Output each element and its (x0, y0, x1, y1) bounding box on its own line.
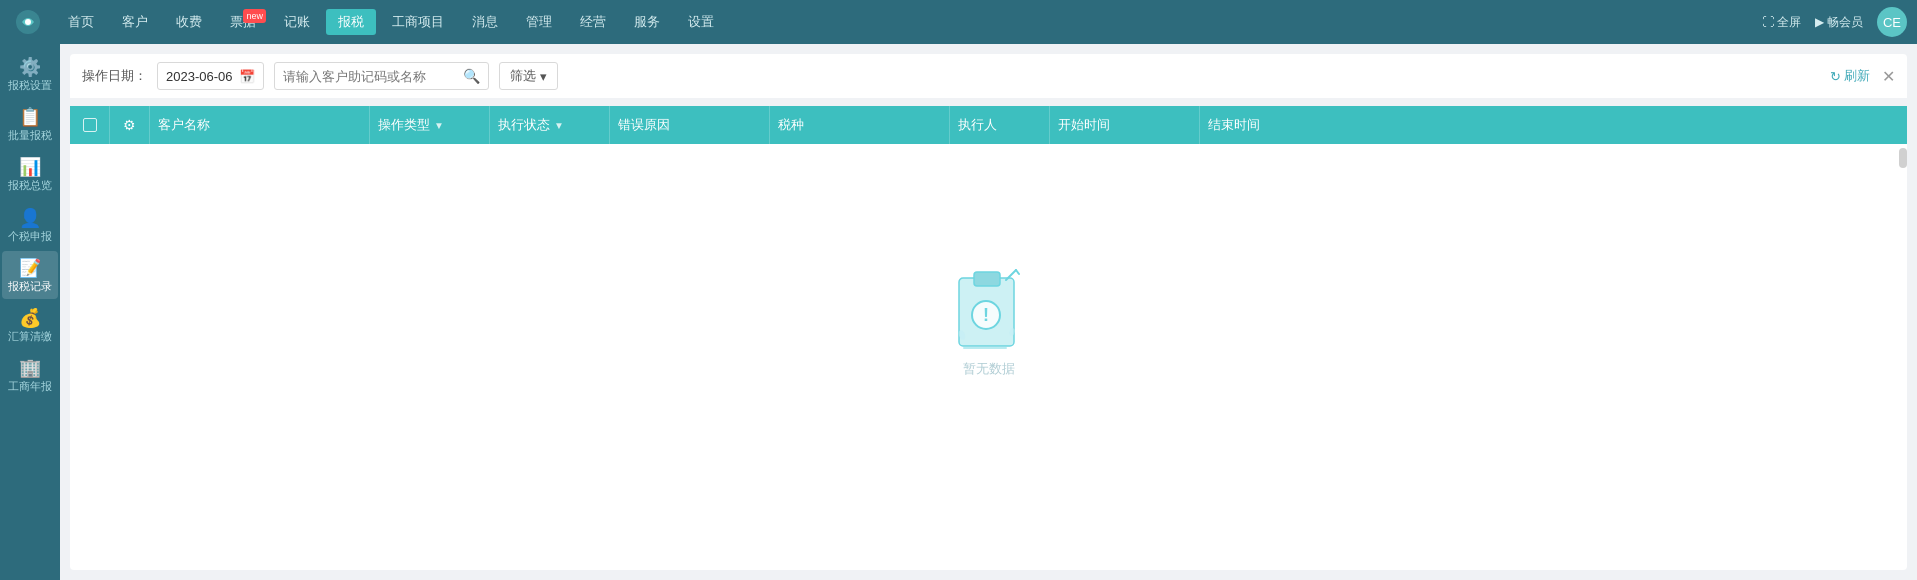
nav-item-fee[interactable]: 收费 (164, 9, 214, 35)
sidebar-item-annual-report[interactable]: 🏢 工商年报 (2, 351, 58, 399)
toolbar-right: ↻ 刷新 ✕ (1830, 67, 1895, 86)
sidebar-item-tax-overview[interactable]: 📊 报税总览 (2, 150, 58, 198)
top-nav: 首页 客户 收费 票据 new 记账 报税 工商项目 消息 管理 经营 服务 设… (0, 0, 1917, 44)
scroll-indicator[interactable] (1899, 148, 1907, 168)
th-status[interactable]: 执行状态 ▼ (490, 106, 610, 144)
svg-point-1 (25, 19, 31, 25)
filter-button[interactable]: 筛选 ▾ (499, 62, 558, 90)
op-type-sort-icon: ▼ (434, 120, 444, 131)
nav-item-manage[interactable]: 管理 (514, 9, 564, 35)
th-executor: 执行人 (950, 106, 1050, 144)
th-error-reason: 错误原因 (610, 106, 770, 144)
calendar-icon: 📅 (239, 69, 255, 84)
tax-settings-icon: ⚙️ (19, 58, 41, 76)
tax-record-icon: 📝 (19, 259, 41, 277)
date-label: 操作日期： (82, 67, 147, 85)
date-picker[interactable]: 2023-06-06 📅 (157, 62, 264, 90)
user-avatar[interactable]: CE (1877, 7, 1907, 37)
close-button[interactable]: ✕ (1882, 67, 1895, 86)
svg-line-10 (1016, 270, 1019, 274)
svg-rect-4 (974, 272, 1000, 286)
search-box: 🔍 (274, 62, 489, 90)
search-input[interactable] (275, 69, 455, 84)
refresh-icon: ↻ (1830, 69, 1841, 84)
nav-item-bookkeep[interactable]: 记账 (272, 9, 322, 35)
sidebar-item-batch-tax[interactable]: 📋 批量报税 (2, 100, 58, 148)
th-settings[interactable]: ⚙ (110, 106, 150, 144)
member-icon: ▶ (1815, 15, 1824, 29)
member-btn[interactable]: ▶ 畅会员 (1815, 14, 1863, 31)
chevron-down-icon: ▾ (540, 69, 547, 84)
th-start-time: 开始时间 (1050, 106, 1200, 144)
empty-illustration: ! (944, 260, 1034, 360)
table-container: ⚙ 客户名称 操作类型 ▼ 执行状态 ▼ 错误原因 税种 (70, 106, 1907, 570)
nav-item-commerce[interactable]: 工商项目 (380, 9, 456, 35)
th-customer-name: 客户名称 (150, 106, 370, 144)
nav-item-service[interactable]: 服务 (622, 9, 672, 35)
fullscreen-icon: ⛶ (1762, 15, 1774, 29)
nav-items: 首页 客户 收费 票据 new 记账 报税 工商项目 消息 管理 经营 服务 设… (56, 9, 1762, 35)
nav-item-invoice[interactable]: 票据 new (218, 9, 268, 35)
status-sort-icon: ▼ (554, 120, 564, 131)
top-nav-right: ⛶ 全屏 ▶ 畅会员 CE (1762, 7, 1907, 37)
th-op-type[interactable]: 操作类型 ▼ (370, 106, 490, 144)
svg-text:!: ! (983, 305, 989, 325)
search-button[interactable]: 🔍 (455, 68, 488, 84)
sidebar-item-annual-settlement[interactable]: 💰 汇算清缴 (2, 301, 58, 349)
annual-report-icon: 🏢 (19, 359, 41, 377)
refresh-button[interactable]: ↻ 刷新 (1830, 67, 1870, 85)
tax-overview-icon: 📊 (19, 158, 41, 176)
nav-item-home[interactable]: 首页 (56, 9, 106, 35)
logo[interactable] (10, 4, 46, 40)
sidebar-item-personal-tax[interactable]: 👤 个税申报 (2, 201, 58, 249)
select-all-checkbox[interactable] (83, 118, 97, 132)
new-badge: new (243, 9, 266, 23)
date-value: 2023-06-06 (166, 69, 233, 84)
table-header: ⚙ 客户名称 操作类型 ▼ 执行状态 ▼ 错误原因 税种 (70, 106, 1907, 144)
sidebar: ⚙️ 报税设置 📋 批量报税 📊 报税总览 👤 个税申报 📝 报税记录 💰 汇算… (0, 44, 60, 580)
nav-item-operation[interactable]: 经营 (568, 9, 618, 35)
main-content: 操作日期： 2023-06-06 📅 🔍 筛选 ▾ ↻ 刷新 ✕ (60, 44, 1917, 580)
column-settings-icon: ⚙ (123, 117, 136, 133)
search-icon: 🔍 (463, 68, 480, 84)
annual-settlement-icon: 💰 (19, 309, 41, 327)
sidebar-item-tax-settings[interactable]: ⚙️ 报税设置 (2, 50, 58, 98)
sidebar-item-tax-record[interactable]: 📝 报税记录 (2, 251, 58, 299)
nav-item-message[interactable]: 消息 (460, 9, 510, 35)
fullscreen-btn[interactable]: ⛶ 全屏 (1762, 14, 1801, 31)
nav-item-tax[interactable]: 报税 (326, 9, 376, 35)
batch-tax-icon: 📋 (19, 108, 41, 126)
personal-tax-icon: 👤 (19, 209, 41, 227)
empty-text: 暂无数据 (963, 360, 1015, 378)
nav-item-customer[interactable]: 客户 (110, 9, 160, 35)
toolbar: 操作日期： 2023-06-06 📅 🔍 筛选 ▾ ↻ 刷新 ✕ (70, 54, 1907, 98)
empty-state: ! 暂无数据 (70, 144, 1907, 494)
th-end-time: 结束时间 (1200, 106, 1320, 144)
th-tax-type: 税种 (770, 106, 950, 144)
th-checkbox[interactable] (70, 106, 110, 144)
main-layout: ⚙️ 报税设置 📋 批量报税 📊 报税总览 👤 个税申报 📝 报税记录 💰 汇算… (0, 44, 1917, 580)
nav-item-settings[interactable]: 设置 (676, 9, 726, 35)
